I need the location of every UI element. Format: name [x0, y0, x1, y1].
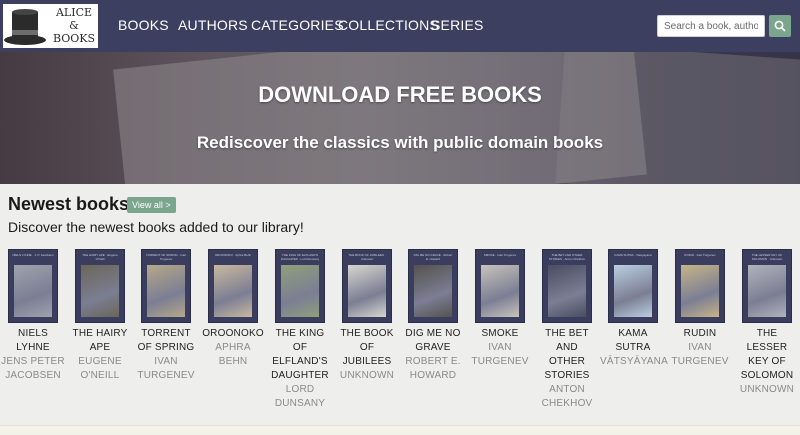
view-all-button[interactable]: View all > [127, 197, 176, 213]
book-title[interactable]: TORRENT OF SPRING [133, 327, 199, 355]
top-hat-icon [4, 9, 46, 45]
book-author[interactable]: VĀTSYĀYANA [600, 355, 668, 369]
book-title[interactable]: SMOKE [467, 327, 533, 341]
book-card[interactable]: RUDIN · Ivan Turgenev RUDIN IVAN TURGENEV [667, 249, 733, 369]
site-logo[interactable]: ALICE & BOOKS [3, 4, 98, 48]
book-card[interactable]: KAMA SUTRA · Vatsyayana KAMA SUTRA VĀTSYĀYA… [600, 249, 668, 369]
search-icon [774, 20, 786, 32]
book-title[interactable]: THE LESSER KEY OF SOLOMON [734, 327, 800, 383]
book-cover[interactable]: KAMA SUTRA · Vatsyayana [608, 249, 658, 323]
book-cover-caption: RUDIN · Ivan Turgenev [684, 253, 716, 257]
book-cover[interactable]: NIELS LYHNE · J. P. Jacobsen [8, 249, 58, 323]
book-cover-caption: TORRENT OF SPRING · Ivan Turgenev [145, 253, 187, 261]
hero-subtitle: Rediscover the classics with public doma… [196, 133, 604, 152]
book-card[interactable]: TORRENT OF SPRING · Ivan Turgenev TORRENT… [133, 249, 199, 383]
book-cover-art [81, 265, 119, 317]
book-cover[interactable]: RUDIN · Ivan Turgenev [675, 249, 725, 323]
book-cover[interactable]: TORRENT OF SPRING · Ivan Turgenev [141, 249, 191, 323]
book-cover[interactable]: THE BET AND OTHER STORIES · Anton Chekho… [542, 249, 592, 323]
section-description: Discover the newest books added to our l… [8, 219, 304, 235]
book-author[interactable]: APHRA BEHN [200, 341, 266, 369]
hero-title: DOWNLOAD FREE BOOKS [258, 82, 542, 107]
book-cover-art [147, 265, 185, 317]
book-title[interactable]: THE HAIRY APE [67, 327, 133, 355]
nav-authors[interactable]: AUTHORS [178, 17, 248, 33]
logo-wordmark: ALICE & BOOKS [52, 6, 96, 45]
book-cover[interactable]: THE KING OF ELFLAND'S DAUGHTER · Lord Du… [275, 249, 325, 323]
book-cover-art [214, 265, 252, 317]
book-cover-art [748, 265, 786, 317]
book-cover-art [348, 265, 386, 317]
search-input[interactable] [657, 15, 765, 37]
book-title[interactable]: RUDIN [667, 327, 733, 341]
book-cover[interactable]: SMOKE · Ivan Turgenev [475, 249, 525, 323]
book-cover-caption: OROONOKO · Aphra Behn [214, 253, 252, 257]
book-title[interactable]: OROONOKO [200, 327, 266, 341]
book-author[interactable]: IVAN TURGENEV [667, 341, 733, 369]
book-card[interactable]: DIG ME NO GRAVE · Robert E. Howard DIG ME… [400, 249, 466, 383]
book-card[interactable]: THE BET AND OTHER STORIES · Anton Chekho… [534, 249, 600, 411]
section-title: Newest books [8, 194, 130, 214]
book-author[interactable]: ANTON CHEKHOV [534, 383, 600, 411]
book-card[interactable]: THE HAIRY APE · Eugene O'Neill THE HAIRY A… [67, 249, 133, 383]
book-cover-caption: NIELS LYHNE · J. P. Jacobsen [12, 253, 54, 257]
book-cover-caption: THE BET AND OTHER STORIES · Anton Chekho… [548, 253, 586, 261]
book-author[interactable]: UNKNOWN [334, 369, 400, 383]
book-author[interactable]: LORD DUNSANY [267, 383, 333, 411]
book-cover-art [681, 265, 719, 317]
book-author[interactable]: ROBERT E. HOWARD [400, 355, 466, 383]
nav-categories[interactable]: CATEGORIES [251, 17, 344, 33]
book-title[interactable]: THE BET AND OTHER STORIES [534, 327, 600, 383]
book-card[interactable]: THE LESSER KEY OF SOLOMON · Unknown THE LE… [734, 249, 800, 397]
book-author[interactable]: IVAN TURGENEV [467, 341, 533, 369]
book-cover[interactable]: OROONOKO · Aphra Behn [208, 249, 258, 323]
book-cover-caption: THE KING OF ELFLAND'S DAUGHTER · Lord Du… [280, 253, 320, 261]
book-author[interactable]: EUGENE O'NEILL [67, 355, 133, 383]
book-card[interactable]: THE KING OF ELFLAND'S DAUGHTER · Lord Du… [267, 249, 333, 411]
nav-series[interactable]: SERIES [431, 17, 484, 33]
book-cover-caption: KAMA SUTRA · Vatsyayana [614, 253, 652, 257]
book-cover-caption: THE BOOK OF JUBILEES · Unknown [348, 253, 386, 261]
search-button[interactable] [769, 15, 791, 37]
book-cover[interactable]: THE BOOK OF JUBILEES · Unknown [342, 249, 392, 323]
book-cover-art [548, 265, 586, 317]
book-cover-art [481, 265, 519, 317]
book-card[interactable]: SMOKE · Ivan Turgenev SMOKE IVAN TURGENEV [467, 249, 533, 369]
nav-books[interactable]: BOOKS [118, 17, 169, 33]
book-title[interactable]: DIG ME NO GRAVE [400, 327, 466, 355]
book-card[interactable]: OROONOKO · Aphra Behn OROONOKO APHRA BEHN [200, 249, 266, 369]
book-cover-art [281, 265, 319, 317]
nav-collections[interactable]: COLLECTIONS [338, 17, 439, 33]
book-title[interactable]: THE BOOK OF JUBILEES [334, 327, 400, 369]
book-title[interactable]: KAMA SUTRA [600, 327, 666, 355]
book-cover-caption: THE HAIRY APE · Eugene O'Neill [82, 253, 118, 261]
book-author[interactable]: IVAN TURGENEV [133, 355, 199, 383]
top-navbar: ALICE & BOOKS BOOKS AUTHORS CATEGORIES C… [0, 0, 800, 52]
book-cover-caption: DIG ME NO GRAVE · Robert E. Howard [413, 253, 453, 261]
book-cover[interactable]: THE LESSER KEY OF SOLOMON · Unknown [742, 249, 792, 323]
footer-strip [0, 425, 800, 435]
book-card[interactable]: THE BOOK OF JUBILEES · Unknown THE BOOK OF… [334, 249, 400, 383]
book-cover-caption: SMOKE · Ivan Turgenev [483, 253, 517, 257]
book-cover[interactable]: DIG ME NO GRAVE · Robert E. Howard [408, 249, 458, 323]
book-cover[interactable]: THE HAIRY APE · Eugene O'Neill [75, 249, 125, 323]
book-title[interactable]: THE KING OF ELFLAND'S DAUGHTER [267, 327, 333, 383]
book-author[interactable]: JENS PETER JACOBSEN [0, 355, 66, 383]
book-author[interactable]: UNKNOWN [734, 383, 800, 397]
hero-banner: DOWNLOAD FREE BOOKS Rediscover the class… [0, 52, 800, 184]
book-card[interactable]: NIELS LYHNE · J. P. Jacobsen NIELS LYHNE JE… [0, 249, 66, 383]
book-cover-art [14, 265, 52, 317]
book-title[interactable]: NIELS LYHNE [0, 327, 66, 355]
book-cover-art [414, 265, 452, 317]
book-cover-art [614, 265, 652, 317]
book-cover-caption: THE LESSER KEY OF SOLOMON · Unknown [751, 253, 783, 261]
